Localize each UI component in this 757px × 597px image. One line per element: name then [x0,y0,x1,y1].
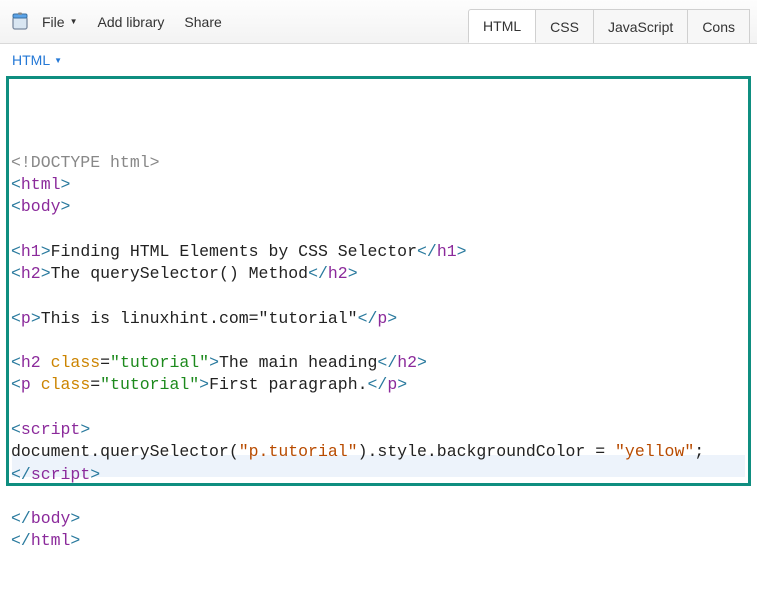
code-token: html [31,531,71,550]
file-menu-label: File [42,14,65,30]
code-token: body [21,197,61,216]
code-token: script [21,420,80,439]
code-token: h1 [437,242,457,261]
code-token: First paragraph. [209,375,367,394]
code-token: class [41,375,91,394]
editor-mode-label: HTML [12,52,50,68]
code-token: "tutorial" [110,353,209,372]
top-toolbar: File ▼ Add library Share HTML CSS JavaSc… [0,0,757,44]
tab-html[interactable]: HTML [468,9,536,43]
code-editor[interactable]: <!DOCTYPE html> <html> <body> <h1>Findin… [6,76,751,486]
code-token: h2 [328,264,348,283]
code-token: script [31,465,90,484]
code-token: "yellow" [615,442,694,461]
code-token: h2 [397,353,417,372]
code-token: The main heading [219,353,377,372]
code-token: p [377,309,387,328]
code-token: h1 [21,242,41,261]
code-token: h2 [21,264,41,283]
code-token: document.querySelector( [11,442,239,461]
share-label: Share [184,14,221,30]
code-token: class [51,353,101,372]
code-content: <!DOCTYPE html> <html> <body> <h1>Findin… [11,152,746,553]
app-logo-icon [8,10,32,34]
share-menu[interactable]: Share [184,14,221,30]
code-token: p [21,309,31,328]
code-token: "tutorial" [100,375,199,394]
code-token: ).style.backgroundColor = [358,442,615,461]
tab-javascript[interactable]: JavaScript [593,9,688,43]
file-menu[interactable]: File ▼ [42,14,77,30]
dropdown-icon: ▼ [70,17,78,26]
code-token: body [31,509,71,528]
code-token: h2 [21,353,41,372]
code-token: html [21,175,61,194]
add-library-menu[interactable]: Add library [97,14,164,30]
tab-console[interactable]: Cons [687,9,750,43]
tab-css[interactable]: CSS [535,9,594,43]
code-token: p [21,375,31,394]
dropdown-icon: ▼ [54,56,62,65]
editor-mode-selector[interactable]: HTML ▼ [0,44,757,76]
code-token: This is linuxhint.com="tutorial" [41,309,358,328]
panel-tabs: HTML CSS JavaScript Cons [469,0,750,43]
code-token: ; [694,442,704,461]
code-token: "p.tutorial" [239,442,358,461]
code-token: The querySelector() Method [51,264,308,283]
code-token: p [387,375,397,394]
code-token: <!DOCTYPE html> [11,153,160,172]
code-token: Finding HTML Elements by CSS Selector [51,242,417,261]
add-library-label: Add library [97,14,164,30]
